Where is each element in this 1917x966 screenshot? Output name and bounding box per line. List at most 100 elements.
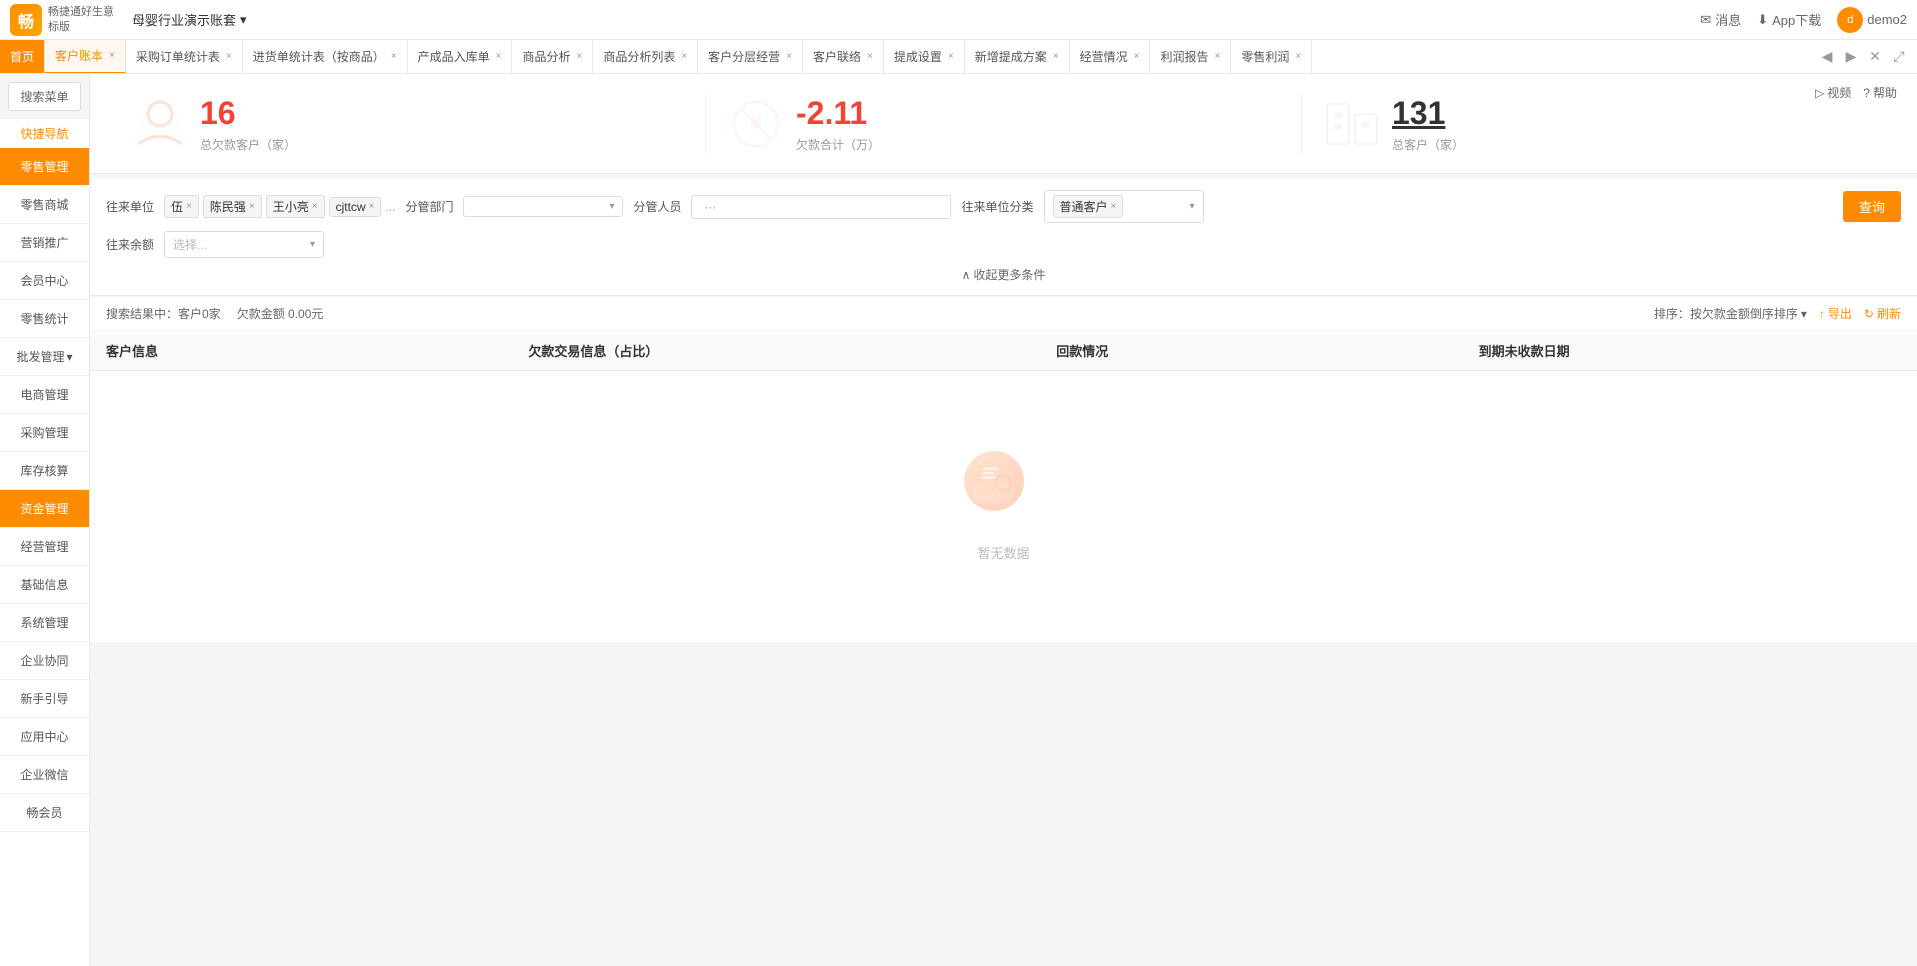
- export-btn[interactable]: ↑ 导出: [1819, 305, 1852, 322]
- filter-row-2: 往来余额 选择... ▾: [106, 231, 1901, 258]
- user-avatar[interactable]: d demo2: [1837, 7, 1907, 33]
- filter-tag-normal-customer[interactable]: 普通客户 ×: [1053, 195, 1124, 218]
- logo-icon: 畅: [10, 4, 42, 36]
- filter-dots-person[interactable]: ···: [704, 200, 716, 214]
- tab-customer-account[interactable]: 客户账本 ×: [45, 40, 126, 74]
- sidebar-item-system[interactable]: 系统管理: [0, 604, 89, 642]
- tab-close-icon[interactable]: ×: [786, 51, 792, 62]
- tab-production-inbound[interactable]: 产成品入库单 ×: [408, 40, 513, 74]
- tab-close-icon[interactable]: ×: [576, 51, 582, 62]
- video-btn[interactable]: ▷ 视频: [1815, 84, 1851, 101]
- tab-customer-layer[interactable]: 客户分层经营 ×: [698, 40, 803, 74]
- collapse-filter-btn[interactable]: ∧ 收起更多条件: [106, 266, 1901, 283]
- stat-number-2: -2.11: [796, 95, 880, 132]
- tab-commission-settings[interactable]: 提成设置 ×: [884, 40, 965, 74]
- sidebar-item-marketing[interactable]: 营销推广: [0, 224, 89, 262]
- tab-goods-stats[interactable]: 进货单统计表（按商品） ×: [243, 40, 408, 74]
- tab-prev-btn[interactable]: ◀: [1817, 47, 1837, 67]
- sidebar: 搜索菜单 快捷导航 零售管理 零售商城 营销推广 会员中心 零售统计 批发管理 …: [0, 74, 90, 966]
- col-header-overdue: 到期未收款日期: [1479, 341, 1901, 360]
- tab-operation[interactable]: 经营情况 ×: [1070, 40, 1151, 74]
- sidebar-item-app-center[interactable]: 应用中心: [0, 718, 89, 756]
- tab-home[interactable]: 首页: [0, 40, 45, 74]
- main-layout: 搜索菜单 快捷导航 零售管理 零售商城 营销推广 会员中心 零售统计 批发管理 …: [0, 74, 1917, 966]
- filter-tag-cjttcw[interactable]: cjttcw ×: [329, 197, 382, 217]
- filter-tag-wang[interactable]: 王小亮 ×: [266, 195, 325, 218]
- sidebar-item-guide[interactable]: 新手引导: [0, 680, 89, 718]
- sidebar-item-retail-stats[interactable]: 零售统计: [0, 300, 89, 338]
- sidebar-item-retail-mall[interactable]: 零售商城: [0, 186, 89, 224]
- tab-customer-contact[interactable]: 客户联络 ×: [803, 40, 884, 74]
- account-dropdown[interactable]: 母婴行业演示账套 ▾: [132, 10, 247, 29]
- tab-next-btn[interactable]: ▶: [1841, 47, 1861, 67]
- refresh-btn[interactable]: ↻ 刷新: [1864, 305, 1901, 322]
- query-btn[interactable]: 查询: [1843, 191, 1901, 222]
- tag-close-chen[interactable]: ×: [249, 201, 255, 212]
- tab-label: 客户联络: [813, 48, 861, 65]
- tag-close-cjttcw[interactable]: ×: [369, 201, 375, 212]
- stats-actions: ▷ 视频 ? 帮助: [1815, 84, 1897, 101]
- chevron-down-icon: ▾: [1801, 307, 1807, 321]
- sidebar-item-basic-info[interactable]: 基础信息: [0, 566, 89, 604]
- filter-label-unit: 往来单位: [106, 198, 154, 215]
- tab-expand-btn[interactable]: ⤢: [1889, 47, 1909, 67]
- sidebar-item-enterprise[interactable]: 企业协同: [0, 642, 89, 680]
- filter-tag-wu[interactable]: 伍 ×: [164, 195, 199, 218]
- sidebar-item-retail[interactable]: 零售管理: [0, 148, 89, 186]
- tab-close-icon[interactable]: ×: [226, 51, 232, 62]
- tab-close-icon[interactable]: ×: [496, 51, 502, 62]
- tab-profit-report[interactable]: 利润报告 ×: [1150, 40, 1231, 74]
- filter-select-unit-class[interactable]: 普通客户 × ▾: [1044, 190, 1204, 223]
- sidebar-item-wholesale[interactable]: 批发管理 ▾: [0, 338, 89, 376]
- tag-close-wang[interactable]: ×: [312, 201, 318, 212]
- tab-close-icon[interactable]: ×: [391, 51, 397, 62]
- tab-goods-analysis[interactable]: 商品分析 ×: [512, 40, 593, 74]
- sidebar-item-operation[interactable]: 经营管理: [0, 528, 89, 566]
- results-bar: 搜索结果中：客户0家 欠款金额 0.00元 排序：按欠款金额倒序排序 ▾ ↑ 导…: [90, 297, 1917, 330]
- tab-close-icon[interactable]: ×: [867, 51, 873, 62]
- topbar-right: ✉ 消息 ⬇ App下载 d demo2: [1700, 7, 1907, 33]
- filter-tag-chen[interactable]: 陈民强 ×: [203, 195, 262, 218]
- tag-close-normal[interactable]: ×: [1111, 201, 1117, 212]
- sidebar-item-member[interactable]: 畅会员: [0, 794, 89, 832]
- sidebar-item-ecommerce[interactable]: 电商管理: [0, 376, 89, 414]
- sidebar-item-finance[interactable]: 资金管理: [0, 490, 89, 528]
- tab-close-all-btn[interactable]: ✕: [1865, 47, 1885, 67]
- tab-close-icon[interactable]: ×: [1295, 51, 1301, 62]
- app-download-btn[interactable]: ⬇ App下载: [1757, 10, 1821, 29]
- tab-label: 经营情况: [1080, 48, 1128, 65]
- message-btn[interactable]: ✉ 消息: [1700, 10, 1741, 29]
- tab-close-icon[interactable]: ×: [948, 51, 954, 62]
- filter-select-dept[interactable]: ▾: [463, 196, 623, 217]
- tab-close-icon[interactable]: ×: [1134, 51, 1140, 62]
- tab-goods-analysis-list[interactable]: 商品分析列表 ×: [593, 40, 698, 74]
- content-area: ▷ 视频 ? 帮助 16: [90, 74, 1917, 966]
- filter-more-tags[interactable]: ...: [385, 200, 395, 214]
- stat-number-1: 16: [200, 95, 296, 132]
- tag-close-wu[interactable]: ×: [186, 201, 192, 212]
- tab-purchase-order[interactable]: 采购订单统计表 ×: [126, 40, 243, 74]
- sidebar-item-inventory[interactable]: 库存核算: [0, 452, 89, 490]
- chevron-down-icon: ▾: [240, 12, 247, 28]
- tab-close-icon[interactable]: ×: [1214, 51, 1220, 62]
- sidebar-item-member-center[interactable]: 会员中心: [0, 262, 89, 300]
- stat-info-2: -2.11 欠款合计（万）: [796, 95, 880, 153]
- tab-label: 商品分析列表: [603, 48, 675, 65]
- stats-header: ▷ 视频 ? 帮助 16: [90, 74, 1917, 174]
- chevron-down-icon: ▾: [1189, 201, 1194, 212]
- tab-retail-profit[interactable]: 零售利润 ×: [1231, 40, 1312, 74]
- filter-select-person[interactable]: ···: [691, 195, 951, 219]
- tab-close-icon[interactable]: ×: [109, 50, 115, 61]
- filter-select-balance[interactable]: 选择... ▾: [164, 231, 324, 258]
- quick-nav-btn[interactable]: 快捷导航: [0, 119, 89, 148]
- sidebar-item-wechat[interactable]: 企业微信: [0, 756, 89, 794]
- sidebar-item-purchase[interactable]: 采购管理: [0, 414, 89, 452]
- tab-new-commission[interactable]: 新增提成方案 ×: [965, 40, 1070, 74]
- search-menu-btn[interactable]: 搜索菜单: [8, 82, 81, 111]
- tab-close-icon[interactable]: ×: [1053, 51, 1059, 62]
- stat-info-1: 16 总欠款客户（家）: [200, 95, 296, 153]
- sort-btn[interactable]: 排序：按欠款金额倒序排序 ▾: [1654, 305, 1807, 322]
- help-btn[interactable]: ? 帮助: [1863, 84, 1897, 101]
- topbar: 畅 畅捷通好生意 标版 母婴行业演示账套 ▾ ✉ 消息 ⬇ App下载 d de…: [0, 0, 1917, 40]
- tab-close-icon[interactable]: ×: [681, 51, 687, 62]
